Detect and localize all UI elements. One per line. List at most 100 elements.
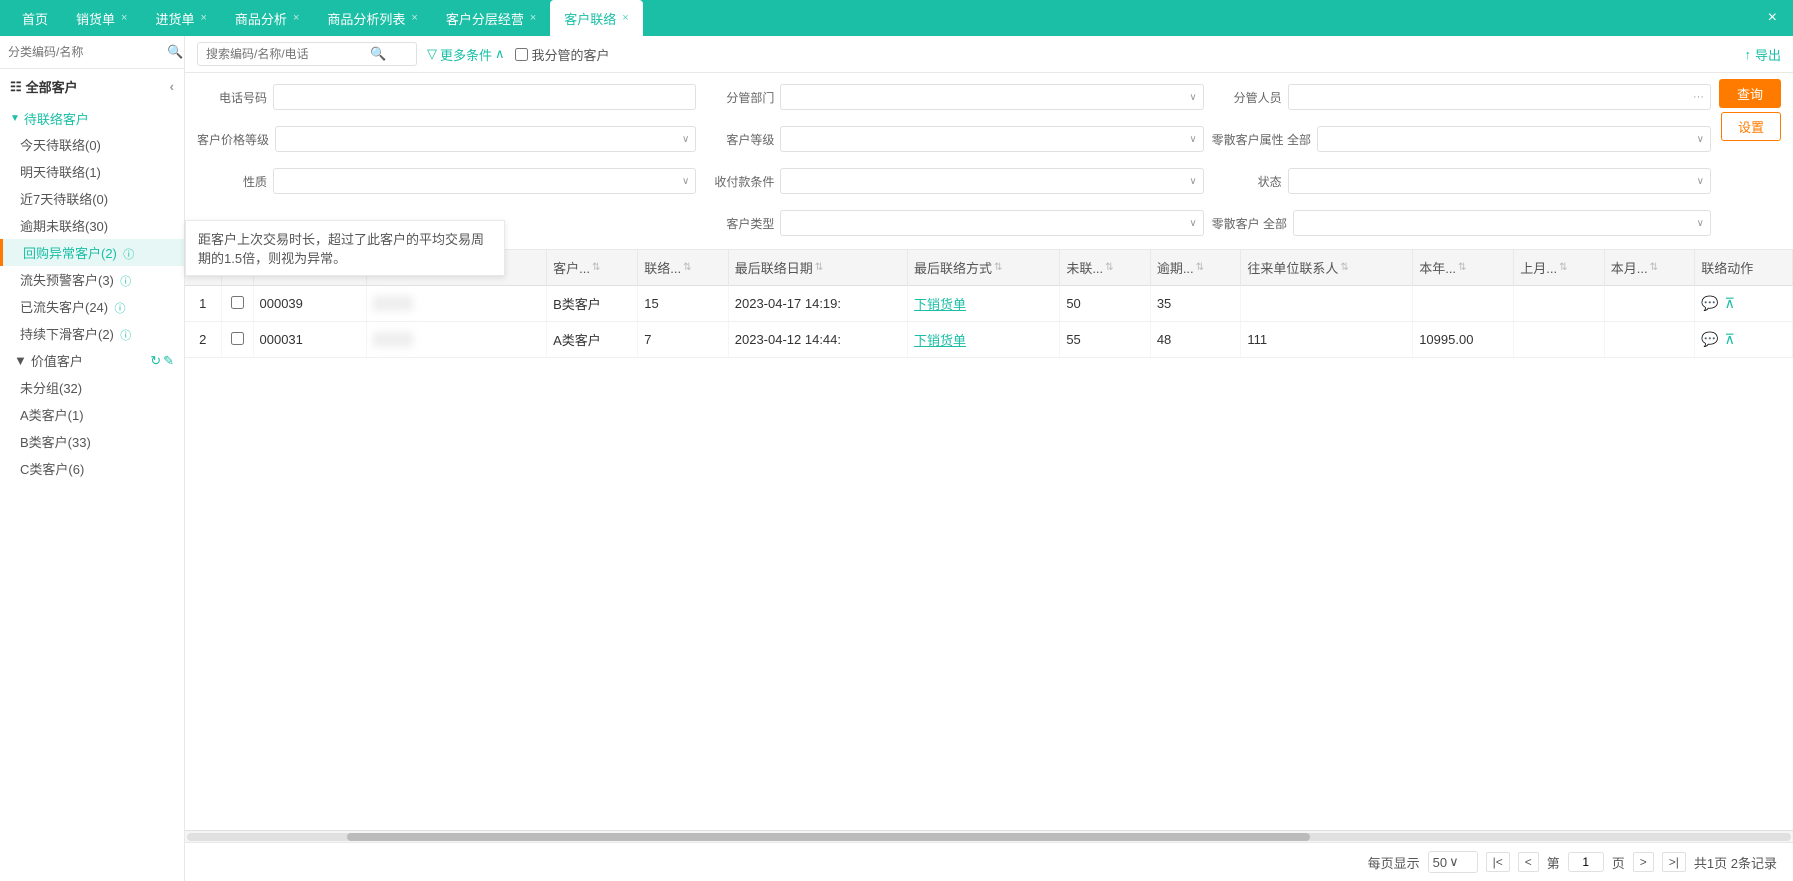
row-2-checkbox[interactable] bbox=[231, 332, 244, 345]
sort-icon-current-year[interactable]: ⇅ bbox=[1458, 262, 1466, 273]
th-overdue: 逾期... ⇅ bbox=[1150, 250, 1241, 286]
settings-button[interactable]: 设置 bbox=[1721, 112, 1781, 141]
person-select[interactable]: ··· bbox=[1288, 84, 1711, 110]
grid-action-icon-2[interactable]: ⊼ bbox=[1725, 331, 1735, 348]
dept-select[interactable]: ∨ bbox=[780, 84, 1203, 110]
sidebar-item-tomorrow-contact[interactable]: 明天待联络(1) bbox=[0, 158, 184, 185]
dept-select-arrow: ∨ bbox=[1189, 92, 1196, 103]
sidebar-item-churned[interactable]: 已流失客户(24) ⓘ bbox=[0, 293, 184, 320]
status-arrow: ∨ bbox=[1697, 176, 1704, 187]
nav-purchase-order-close[interactable]: × bbox=[200, 12, 206, 24]
first-page-btn[interactable]: |< bbox=[1486, 852, 1510, 872]
sidebar-item-declining[interactable]: 持续下滑客户(2) ⓘ bbox=[0, 320, 184, 347]
filter-search-input[interactable] bbox=[206, 47, 366, 61]
nav-product-analysis-list-close[interactable]: × bbox=[411, 12, 417, 24]
last-page-btn[interactable]: >| bbox=[1662, 852, 1686, 872]
sort-icon-category[interactable]: ⇅ bbox=[592, 262, 600, 273]
info-icon-churned: ⓘ bbox=[114, 303, 125, 315]
last-date-cell-2: 2023-04-12 14:44: bbox=[728, 322, 907, 358]
nav-purchase-order[interactable]: 进货单 × bbox=[141, 0, 220, 36]
horizontal-scrollbar[interactable] bbox=[185, 830, 1793, 842]
sort-icon-contacts-person[interactable]: ⇅ bbox=[1340, 262, 1348, 273]
uncontacted-cell-1: 50 bbox=[1060, 286, 1151, 322]
nav-customer-contact[interactable]: 客户联络 × bbox=[550, 0, 642, 36]
refresh-icon[interactable]: ↻ bbox=[150, 353, 161, 369]
chat-icon-2[interactable]: 💬 bbox=[1701, 331, 1718, 348]
sort-icon-uncontacted[interactable]: ⇅ bbox=[1105, 262, 1113, 273]
sidebar-group-value-customers[interactable]: ▼ 价值客户 ↻ ✎ bbox=[0, 347, 184, 374]
my-customers-checkbox[interactable]: 我分管的客户 bbox=[515, 45, 610, 64]
filter-cell-customer-type: 客户类型 ∨ bbox=[704, 210, 1203, 236]
contacts-person-cell-1 bbox=[1241, 286, 1413, 322]
filter-label-phone: 电话号码 bbox=[197, 89, 267, 106]
sort-icon-last-date[interactable]: ⇅ bbox=[815, 262, 823, 273]
sidebar-item-class-c[interactable]: C类客户(6) bbox=[0, 455, 184, 482]
scatter-customer-select[interactable]: ∨ bbox=[1293, 210, 1711, 236]
sidebar-item-class-b[interactable]: B类客户(33) bbox=[0, 428, 184, 455]
sidebar-item-class-a[interactable]: A类客户(1) bbox=[0, 401, 184, 428]
nav-sales-order[interactable]: 销货单 × bbox=[62, 0, 141, 36]
sort-icon-last-month[interactable]: ⇅ bbox=[1559, 262, 1567, 273]
filter-search-icon[interactable]: 🔍 bbox=[370, 46, 386, 62]
sidebar-item-overdue-contact[interactable]: 逾期未联络(30) bbox=[0, 212, 184, 239]
sidebar-item-repurchase-abnormal[interactable]: 回购异常客户(2) ⓘ bbox=[0, 239, 184, 266]
page-number-input[interactable] bbox=[1568, 852, 1604, 872]
scatter-attr-select[interactable]: ∨ bbox=[1317, 126, 1711, 152]
prev-page-btn[interactable]: < bbox=[1518, 852, 1539, 872]
more-conditions-btn[interactable]: ▽ 更多条件 ∧ bbox=[427, 45, 505, 64]
last-method-cell-2[interactable]: 下销货单 bbox=[907, 322, 1059, 358]
price-level-select[interactable]: ∨ bbox=[275, 126, 696, 152]
nav-product-analysis-list[interactable]: 商品分析列表 × bbox=[313, 0, 431, 36]
nav-customer-segmentation[interactable]: 客户分层经营 × bbox=[432, 0, 550, 36]
nav-home[interactable]: 首页 bbox=[8, 0, 62, 36]
edit-icon[interactable]: ✎ bbox=[163, 353, 174, 369]
filter-search-box: 🔍 bbox=[197, 42, 417, 66]
sidebar-search-bar: 🔍 bbox=[0, 36, 184, 69]
nav-product-analysis-close[interactable]: × bbox=[293, 12, 299, 24]
sort-icon-contacts[interactable]: ⇅ bbox=[683, 262, 691, 273]
nav-customer-segmentation-close[interactable]: × bbox=[530, 12, 536, 24]
sidebar-item-7day-contact[interactable]: 近7天待联络(0) bbox=[0, 185, 184, 212]
query-button[interactable]: 查询 bbox=[1719, 79, 1781, 108]
nav-sales-order-close[interactable]: × bbox=[121, 12, 127, 24]
th-contacts: 联络... ⇅ bbox=[638, 250, 729, 286]
sidebar-search-input[interactable] bbox=[8, 45, 163, 59]
next-page-btn[interactable]: > bbox=[1633, 852, 1654, 872]
sort-icon-last-method[interactable]: ⇅ bbox=[994, 262, 1002, 273]
grid-action-icon-1[interactable]: ⊼ bbox=[1725, 295, 1735, 312]
customer-type-select[interactable]: ∨ bbox=[780, 210, 1203, 236]
row-1-checkbox[interactable] bbox=[231, 296, 244, 309]
nav-product-analysis[interactable]: 商品分析 × bbox=[221, 0, 313, 36]
action-icons-2: 💬 ⊼ bbox=[1701, 331, 1786, 348]
sidebar-search-icon[interactable]: 🔍 bbox=[167, 44, 183, 60]
nature-select[interactable]: ∨ bbox=[273, 168, 696, 194]
sidebar-item-ungroup[interactable]: 未分组(32) bbox=[0, 374, 184, 401]
check-cell-2 bbox=[221, 322, 253, 358]
sidebar-all-customers[interactable]: ☷ 全部客户 ‹ bbox=[0, 69, 184, 104]
sidebar-collapse-btn[interactable]: ‹ bbox=[170, 79, 174, 94]
sidebar-item-churn-warning[interactable]: 流失预警客户(3) ⓘ bbox=[0, 266, 184, 293]
phone-input[interactable] bbox=[273, 84, 696, 110]
content-area: 距客户上次交易时长，超过了此客户的平均交易周期的1.5倍，则视为异常。 🔍 ▽ … bbox=[185, 36, 1793, 881]
sort-icon-this-month[interactable]: ⇅ bbox=[1650, 262, 1658, 273]
nav-customer-contact-close[interactable]: × bbox=[622, 12, 628, 24]
th-contacts-person: 往来单位联系人 ⇅ bbox=[1241, 250, 1413, 286]
sort-icon-overdue[interactable]: ⇅ bbox=[1196, 262, 1204, 273]
my-customers-check[interactable] bbox=[515, 48, 528, 61]
customer-level-select[interactable]: ∨ bbox=[780, 126, 1203, 152]
payment-select[interactable]: ∨ bbox=[780, 168, 1203, 194]
export-button[interactable]: ↑ 导出 bbox=[1744, 45, 1781, 64]
th-last-contact-date: 最后联络日期 ⇅ bbox=[728, 250, 907, 286]
scrollbar-thumb[interactable] bbox=[347, 833, 1309, 841]
chat-icon-1[interactable]: 💬 bbox=[1701, 295, 1718, 312]
per-page-select[interactable]: 50 ∨ bbox=[1428, 851, 1478, 873]
sidebar-group-pending-contact[interactable]: ▼ 待联络客户 bbox=[0, 104, 184, 131]
sidebar-item-today-contact[interactable]: 今天待联络(0) bbox=[0, 131, 184, 158]
close-all-button[interactable]: × bbox=[1760, 9, 1785, 27]
per-page-label: 每页显示 bbox=[1368, 853, 1420, 872]
last-method-cell-1[interactable]: 下销货单 bbox=[907, 286, 1059, 322]
expand-icon: ▼ bbox=[10, 113, 20, 124]
status-select[interactable]: ∨ bbox=[1288, 168, 1711, 194]
current-year-cell-1 bbox=[1413, 286, 1514, 322]
chevron-icon: ∧ bbox=[495, 46, 505, 62]
